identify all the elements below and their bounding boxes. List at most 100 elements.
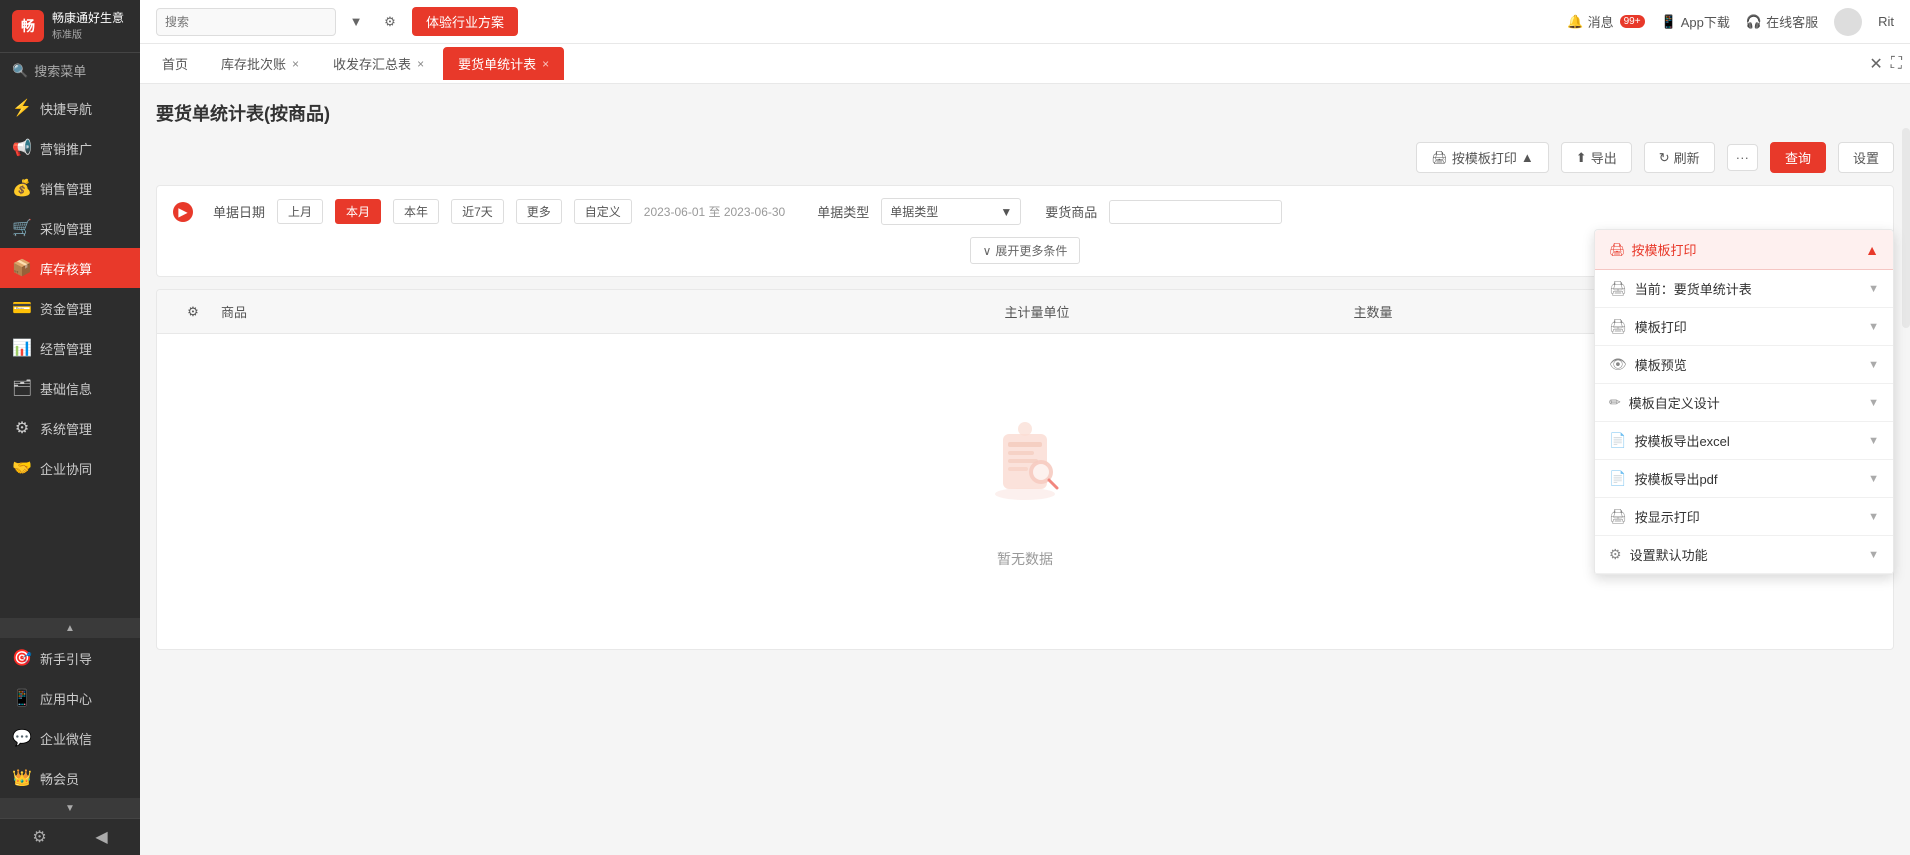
date-btn-7days[interactable]: 近7天 [451,199,504,224]
notifications-btn[interactable]: 🔔 消息 99+ [1567,12,1644,31]
tab-order-stats[interactable]: 要货单统计表 × [443,47,564,80]
sidebar-scroll-down[interactable]: ▼ [0,798,140,818]
order-goods-input[interactable] [1109,200,1282,224]
template-preview-row[interactable]: 👁 模板预览 ▼ [1595,346,1893,383]
export-pdf-arrow: ▼ [1868,473,1879,485]
sidebar-item-apps[interactable]: 📱 应用中心 [0,678,140,718]
sidebar-item-finance[interactable]: 💳 资金管理 [0,288,140,328]
dropdown-default-func-section: ⚙ 设置默认功能 ▼ [1595,536,1893,574]
close-all-tabs-btn[interactable]: ✕ [1869,54,1882,74]
date-btn-this-month[interactable]: 本月 [335,199,381,224]
sidebar-item-operations[interactable]: 📊 经营管理 [0,328,140,368]
quick-nav-icon: ⚡ [12,98,32,118]
trial-btn[interactable]: 体验行业方案 [412,7,518,36]
sidebar-item-basic[interactable]: 🗂 基础信息 [0,368,140,408]
th-settings[interactable]: ⚙ [173,300,213,324]
app-download-btn[interactable]: 📱 App下载 [1661,12,1730,31]
main-content: ▼ ⚙ 体验行业方案 🔔 消息 99+ 📱 App下载 🎧 在线客服 Rit [140,0,1910,855]
tab-close-collection-summary[interactable]: × [417,58,424,70]
default-func-icon: ⚙ [1609,546,1622,563]
scrollbar[interactable] [1902,128,1910,328]
logo-name: 畅康通好生意 [52,11,124,27]
sidebar-item-guide[interactable]: 🎯 新手引导 [0,638,140,678]
refresh-btn[interactable]: ↻ 刷新 [1644,142,1715,173]
sidebar-item-system[interactable]: ⚙ 系统管理 [0,408,140,448]
topbar-left: ▼ ⚙ 体验行业方案 [156,7,1555,36]
sidebar-item-purchase[interactable]: 🛒 采购管理 [0,208,140,248]
date-btn-last-month[interactable]: 上月 [277,199,323,224]
sidebar-item-enterprise[interactable]: 🤝 企业协同 [0,448,140,488]
settings-bottom-icon[interactable]: ⚙ [32,827,46,847]
sidebar-item-label: 资金管理 [40,299,92,318]
template-preview-title: 👁 模板预览 [1609,355,1687,374]
topbar: ▼ ⚙ 体验行业方案 🔔 消息 99+ 📱 App下载 🎧 在线客服 Rit [140,0,1910,44]
export-btn[interactable]: ⬆ 导出 [1561,142,1632,173]
username-text[interactable]: Rit [1878,14,1894,29]
export-pdf-row[interactable]: 📄 按模板导出pdf ▼ [1595,460,1893,497]
template-print-row[interactable]: 🖨 模板打印 ▼ [1595,308,1893,345]
tabs-right: ✕ ⛶ [1869,54,1902,74]
dropdown-title: 🖨 按模板打印 [1609,240,1697,259]
action-bar: 🖨 按模板打印 ▲ ⬆ 导出 ↻ 刷新 ··· 查询 设置 [156,142,1894,173]
template-design-row[interactable]: ✏ 模板自定义设计 ▼ [1595,384,1893,421]
date-btn-more[interactable]: 更多 [516,199,562,224]
date-btn-this-year[interactable]: 本年 [393,199,439,224]
topbar-search-input[interactable] [156,8,336,36]
sidebar-item-sales[interactable]: 💰 销售管理 [0,168,140,208]
dropdown-display-print-section: 🖨 按显示打印 ▼ [1595,498,1893,536]
empty-text: 暂无数据 [997,549,1053,569]
default-func-arrow: ▼ [1868,549,1879,561]
sidebar-item-inventory[interactable]: 📦 库存核算 [0,248,140,288]
default-func-row[interactable]: ⚙ 设置默认功能 ▼ [1595,536,1893,573]
current-template-row[interactable]: 🖨 当前：要货单统计表 ▼ [1595,270,1893,307]
current-template-arrow: ▼ [1868,283,1879,295]
online-service-btn[interactable]: 🎧 在线客服 [1746,12,1818,31]
display-print-row[interactable]: 🖨 按显示打印 ▼ [1595,498,1893,535]
sidebar-item-member[interactable]: 👑 畅会员 [0,758,140,798]
th-qty: 主数量 [1205,298,1541,325]
tab-close-order-stats[interactable]: × [542,58,549,70]
purchase-icon: 🛒 [12,218,32,238]
tab-inventory-batch[interactable]: 库存批次账 × [206,47,314,80]
expand-tab-btn[interactable]: ⛶ [1891,55,1902,73]
sidebar-item-quick-nav[interactable]: ⚡ 快捷导航 [0,88,140,128]
finance-icon: 💳 [12,298,32,318]
topbar-dropdown-btn[interactable]: ▼ [344,10,368,34]
date-btn-custom[interactable]: 自定义 [574,199,632,224]
wechat-icon: 💬 [12,728,32,748]
sidebar-item-wechat[interactable]: 💬 企业微信 [0,718,140,758]
settings-col-icon: ⚙ [187,304,199,319]
collapse-icon[interactable]: ◀ [95,827,107,847]
print-btn[interactable]: 🖨 按模板打印 ▲ [1416,142,1548,173]
display-print-arrow: ▼ [1868,511,1879,523]
template-design-icon: ✏ [1609,394,1621,411]
tab-home[interactable]: 首页 [148,48,202,79]
sidebar-item-label: 经营管理 [40,339,92,358]
date-range-text: 2023-06-01 至 2023-06-30 [644,203,785,220]
avatar[interactable] [1834,8,1862,36]
dropdown-header-actions: ▲ [1865,242,1879,258]
sidebar-item-label: 采购管理 [40,219,92,238]
sidebar-scroll-up[interactable]: ▲ [0,618,140,638]
dots-btn[interactable]: ··· [1727,144,1758,171]
query-btn[interactable]: 查询 [1770,142,1826,173]
print-btn-label: 按模板打印 [1452,148,1517,167]
settings-btn[interactable]: 设置 [1838,142,1894,173]
dropdown-up-arrow[interactable]: ▲ [1865,242,1879,258]
export-excel-title: 📄 按模板导出excel [1609,431,1730,450]
tab-label: 要货单统计表 [458,54,536,73]
order-type-select[interactable]: 单据类型 ▼ [881,198,1021,225]
filter-expand-btn[interactable]: ▶ [173,202,193,222]
sidebar-item-label: 应用中心 [40,689,92,708]
topbar-settings-btn[interactable]: ⚙ [376,8,404,36]
page-title: 要货单统计表(按商品) [156,100,1894,126]
expand-more-btn[interactable]: ∨ 展开更多条件 [970,237,1081,264]
tab-collection-summary[interactable]: 收发存汇总表 × [318,47,439,80]
sidebar-item-marketing[interactable]: 📢 营销推广 [0,128,140,168]
tab-close-inventory-batch[interactable]: × [292,58,299,70]
template-design-label: 模板自定义设计 [1629,393,1720,412]
online-service-label: 在线客服 [1766,12,1818,31]
dropdown-template-print-section: 🖨 模板打印 ▼ [1595,308,1893,346]
sidebar-search[interactable]: 🔍 搜索菜单 [0,53,140,88]
export-excel-row[interactable]: 📄 按模板导出excel ▼ [1595,422,1893,459]
